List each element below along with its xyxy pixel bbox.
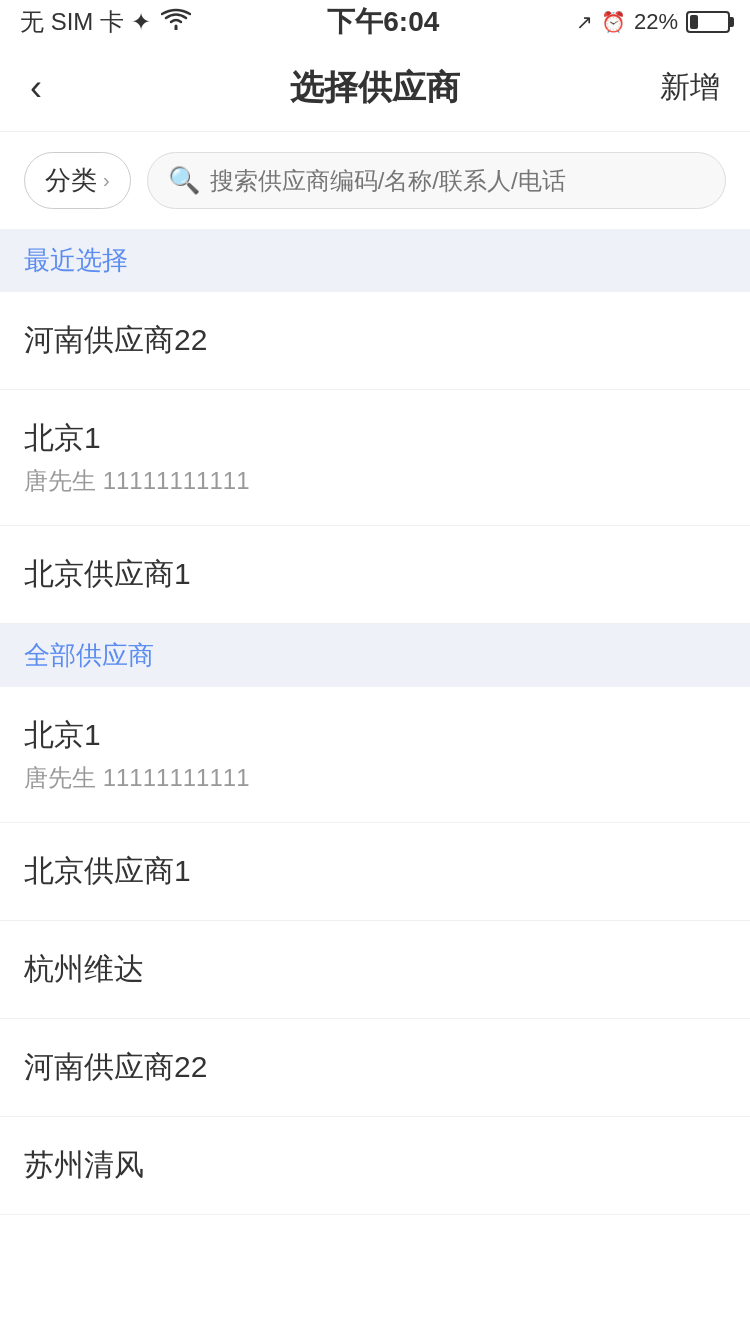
status-left: 无 SIM 卡 ✦ (20, 6, 191, 38)
alarm-icon: ⏰ (601, 10, 626, 34)
category-filter[interactable]: 分类 › (24, 152, 131, 209)
item-name: 苏州清风 (24, 1145, 726, 1186)
wifi-icon (161, 8, 191, 36)
list-item[interactable]: 河南供应商22 (0, 292, 750, 390)
page-title: 选择供应商 (290, 65, 460, 111)
list-item[interactable]: 北京1 唐先生 11111111111 (0, 390, 750, 526)
sections-container: 最近选择河南供应商22 北京1 唐先生 11111111111 北京供应商1 全部供应商… (0, 229, 750, 1215)
item-name: 北京供应商1 (24, 851, 726, 892)
battery-fill (690, 15, 698, 29)
filter-bar: 分类 › 🔍 (0, 132, 750, 229)
status-right: ↗ ⏰ 22% (576, 9, 730, 35)
item-name: 北京1 (24, 418, 726, 459)
item-name: 北京1 (24, 715, 726, 756)
search-icon: 🔍 (168, 165, 200, 196)
list-item[interactable]: 北京供应商1 (0, 526, 750, 624)
list-item[interactable]: 苏州清风 (0, 1117, 750, 1215)
battery-icon (686, 11, 730, 33)
item-sub: 唐先生 11111111111 (24, 762, 726, 794)
back-button[interactable]: ‹ (30, 67, 90, 109)
status-time: 下午6:04 (327, 3, 439, 41)
item-name: 河南供应商22 (24, 320, 726, 361)
add-button[interactable]: 新增 (660, 67, 720, 108)
list-item[interactable]: 北京1 唐先生 11111111111 (0, 687, 750, 823)
list-item[interactable]: 北京供应商1 (0, 823, 750, 921)
search-input[interactable] (210, 167, 705, 195)
search-box[interactable]: 🔍 (147, 152, 726, 209)
location-icon: ↗ (576, 10, 593, 34)
item-name: 河南供应商22 (24, 1047, 726, 1088)
section-header-all: 全部供应商 (0, 624, 750, 687)
category-label: 分类 (45, 163, 97, 198)
sim-status: 无 SIM 卡 ✦ (20, 6, 151, 38)
chevron-right-icon: › (103, 169, 110, 192)
status-bar: 无 SIM 卡 ✦ 下午6:04 ↗ ⏰ 22% (0, 0, 750, 44)
list-item[interactable]: 杭州维达 (0, 921, 750, 1019)
section-header-recent: 最近选择 (0, 229, 750, 292)
nav-bar: ‹ 选择供应商 新增 (0, 44, 750, 132)
item-name: 北京供应商1 (24, 554, 726, 595)
list-item[interactable]: 河南供应商22 (0, 1019, 750, 1117)
item-name: 杭州维达 (24, 949, 726, 990)
item-sub: 唐先生 11111111111 (24, 465, 726, 497)
battery-percent: 22% (634, 9, 678, 35)
